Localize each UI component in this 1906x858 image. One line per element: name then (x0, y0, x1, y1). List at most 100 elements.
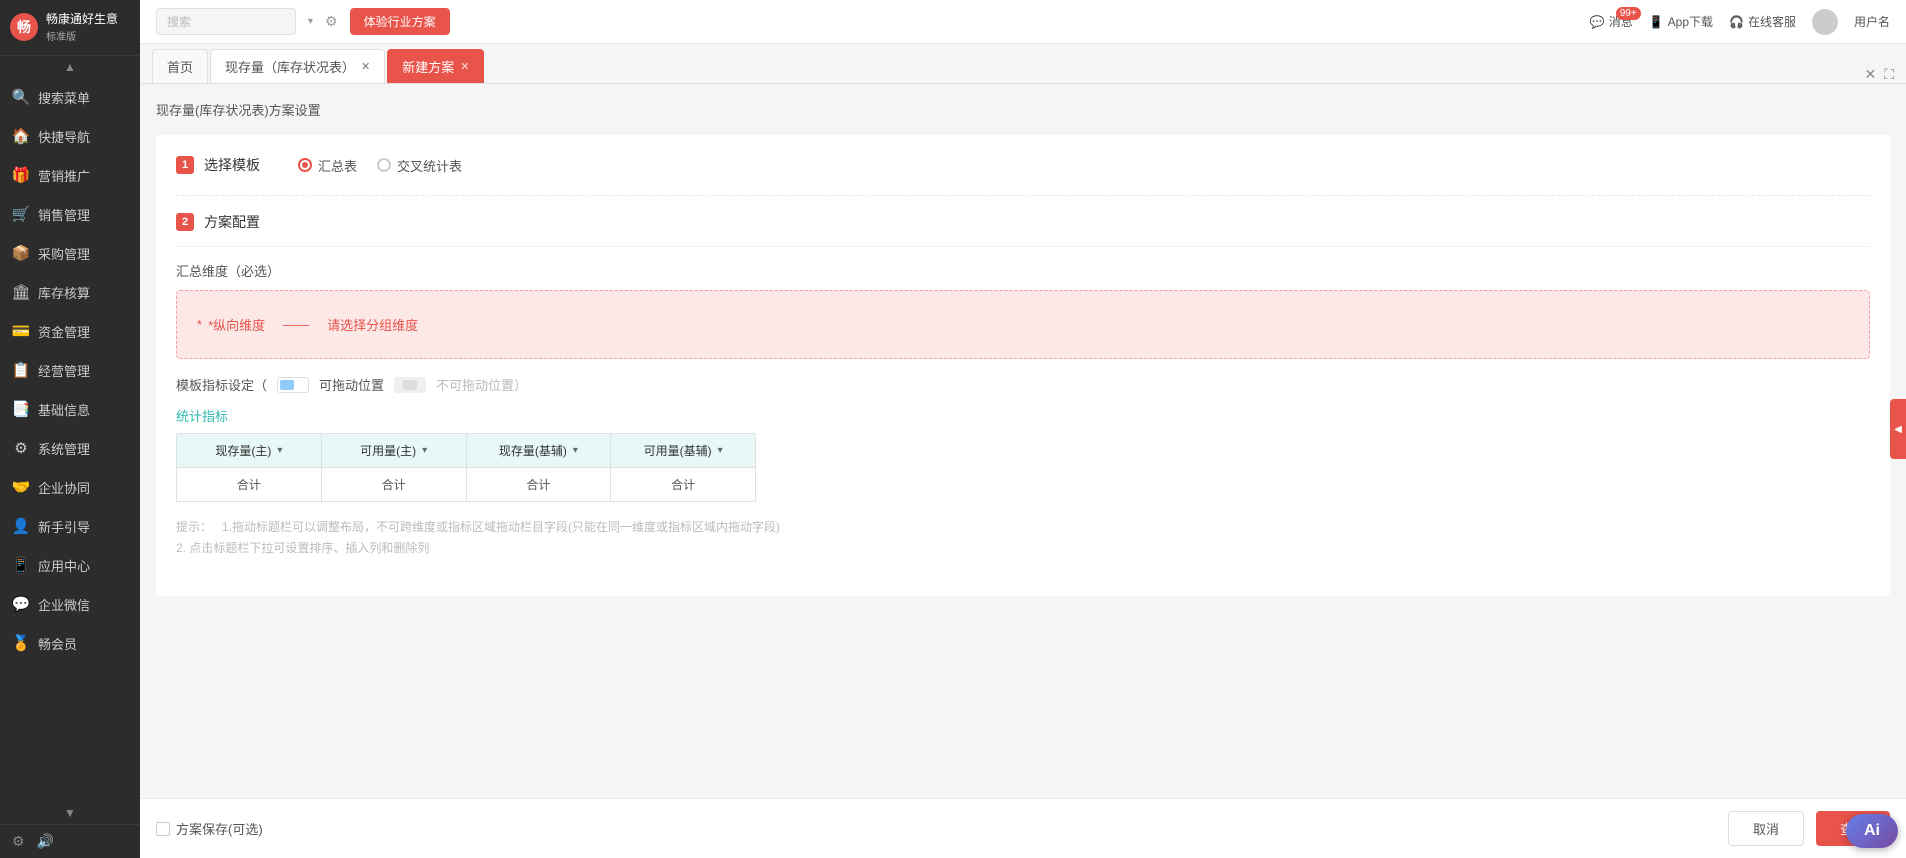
app-label: App下载 (1668, 13, 1713, 30)
sidebar-item-wechat[interactable]: 💬 企业微信 (0, 585, 140, 624)
sound-icon[interactable]: 🔊 (37, 833, 54, 850)
summary-radio[interactable] (298, 158, 312, 172)
sidebar-item-newuser[interactable]: 👤 新手引导 (0, 507, 140, 546)
enterprise-icon: 🤝 (12, 478, 30, 496)
stat-col-3[interactable]: 现存量(基辅) ▾ (467, 434, 612, 467)
sidebar-item-marketing-label: 营销推广 (38, 166, 90, 185)
sidebar-item-sales[interactable]: 🛒 销售管理 (0, 195, 140, 234)
sidebar-item-shortcut-label: 快捷导航 (38, 127, 90, 146)
dim-label: *纵向维度 (208, 315, 265, 334)
stat-cell-2: 合计 (322, 468, 467, 501)
sidebar-item-system[interactable]: ⚙ 系统管理 (0, 429, 140, 468)
not-draggable-label: 不可拖动位置） (436, 375, 527, 394)
indicators-setting: 模板指标设定（ 可拖动位置 不可拖动位置） (176, 375, 1870, 394)
sidebar-item-inventory[interactable]: 🏛 库存核算 (0, 273, 140, 312)
step1-header: 1 选择模板 汇总表 交叉统计表 (176, 155, 1870, 175)
sidebar-item-newuser-label: 新手引导 (38, 517, 90, 536)
sidebar-item-member[interactable]: 🏅 畅会员 (0, 624, 140, 663)
appstore-icon: 📱 (12, 556, 30, 574)
tab-home[interactable]: 首页 (152, 49, 208, 83)
draggable-toggle[interactable] (277, 377, 309, 393)
sidebar-item-marketing[interactable]: 🎁 营销推广 (0, 156, 140, 195)
settings-gear-icon[interactable]: ⚙ (325, 13, 338, 30)
step1-title: 选择模板 (204, 155, 260, 175)
mobile-icon: 📱 (1649, 15, 1664, 29)
stat-table-row: 合计 合计 合计 合计 (177, 468, 755, 501)
ai-button-label: Ai (1864, 822, 1880, 840)
cancel-button[interactable]: 取消 (1728, 811, 1804, 846)
message-icon: 💬 (1590, 15, 1605, 29)
sidebar-item-enterprise[interactable]: 🤝 企业协同 (0, 468, 140, 507)
dropdown-chevron-icon[interactable]: ▾ (308, 16, 313, 27)
home-icon: 🏠 (12, 127, 30, 145)
dimension-area[interactable]: * *纵向维度 —— 请选择分组维度 (176, 290, 1870, 359)
sidebar-item-search-label: 搜索菜单 (38, 88, 90, 107)
draggable-label: 可拖动位置 (319, 375, 384, 394)
expand-tab-action-btn[interactable]: ⛶ (1884, 66, 1894, 83)
sidebar-item-operations[interactable]: 📋 经营管理 (0, 351, 140, 390)
sidebar-item-shortcut[interactable]: 🏠 快捷导航 (0, 117, 140, 156)
app-version: 标准版 (46, 28, 118, 43)
search-placeholder-text: 搜索 (167, 13, 191, 30)
col1-chevron-icon[interactable]: ▾ (277, 445, 282, 456)
col3-chevron-icon[interactable]: ▾ (573, 445, 578, 456)
save-checkbox[interactable] (156, 822, 170, 836)
sidebar-item-search[interactable]: 🔍 搜索菜单 (0, 78, 140, 117)
sidebar-item-enterprise-label: 企业协同 (38, 478, 90, 497)
step1-badge: 1 (176, 156, 194, 174)
sidebar-scroll-up[interactable]: ▲ (0, 56, 140, 78)
stat-col-1[interactable]: 现存量(主) ▾ (177, 434, 322, 467)
sidebar-scroll-down[interactable]: ▼ (0, 802, 140, 824)
tip-title: 提示： (176, 520, 219, 534)
sidebar-item-finance[interactable]: 💳 资金管理 (0, 312, 140, 351)
sidebar-item-appstore[interactable]: 📱 应用中心 (0, 546, 140, 585)
username-label[interactable]: 用户名 (1854, 13, 1890, 30)
sidebar-item-member-label: 畅会员 (38, 634, 77, 653)
box-icon: 📦 (12, 244, 30, 262)
close-tab-action-btn[interactable]: ✕ (1864, 66, 1876, 83)
header-search-box[interactable]: 搜索 (156, 8, 296, 35)
cart-icon: 🛒 (12, 205, 30, 223)
logo-icon: 畅 (10, 13, 38, 41)
messages-button[interactable]: 💬 消息 99+ (1590, 13, 1633, 30)
inventory-icon: 🏛 (12, 283, 30, 301)
basic-icon: 📑 (12, 400, 30, 418)
summary-label: 汇总表 (318, 156, 357, 175)
template-cross-option[interactable]: 交叉统计表 (377, 156, 462, 175)
col1-label: 现存量(主) (215, 442, 271, 459)
right-sidebar-handle[interactable]: ◀ (1890, 399, 1906, 459)
settings-icon[interactable]: ⚙ (12, 833, 25, 850)
schema-section: 汇总维度（必选） * *纵向维度 —— 请选择分组维度 模板指标设定（ (176, 246, 1870, 556)
divider1 (176, 195, 1870, 196)
step2-title: 方案配置 (204, 212, 260, 232)
trial-button[interactable]: 体验行业方案 (350, 8, 450, 35)
cross-radio[interactable] (377, 158, 391, 172)
col4-chevron-icon[interactable]: ▾ (718, 445, 723, 456)
stat-col-2[interactable]: 可用量(主) ▾ (322, 434, 467, 467)
template-summary-option[interactable]: 汇总表 (298, 156, 357, 175)
step2-section: 2 方案配置 汇总维度（必选） * *纵向维度 —— 请选择分组维度 模板指标设… (176, 212, 1870, 556)
col2-chevron-icon[interactable]: ▾ (422, 445, 427, 456)
tab-inventory-close-icon[interactable]: ✕ (361, 60, 370, 73)
avatar (1812, 9, 1838, 35)
indicators-setting-label: 模板指标设定（ (176, 375, 267, 394)
finance-icon: 💳 (12, 322, 30, 340)
tip-2: 2. 点击标题栏下拉可设置排序、插入列和删除列 (176, 539, 1870, 556)
search-icon: 🔍 (12, 88, 30, 106)
main-area: 搜索 ▾ ⚙ 体验行业方案 💬 消息 99+ 📱 App下载 🎧 在线客服 用户… (140, 0, 1906, 858)
tab-inventory-status[interactable]: 现存量（库存状况表） ✕ (210, 49, 385, 83)
online-service-button[interactable]: 🎧 在线客服 (1729, 13, 1796, 30)
gift-icon: 🎁 (12, 166, 30, 184)
sidebar-item-purchase[interactable]: 📦 采购管理 (0, 234, 140, 273)
config-panel: 1 选择模板 汇总表 交叉统计表 (156, 135, 1890, 596)
stat-col-4[interactable]: 可用量(基辅) ▾ (611, 434, 755, 467)
tab-new-plan[interactable]: 新建方案 ✕ (387, 49, 484, 83)
sidebar-item-basic[interactable]: 📑 基础信息 (0, 390, 140, 429)
app-download-button[interactable]: 📱 App下载 (1649, 13, 1713, 30)
tab-new-plan-close-icon[interactable]: ✕ (460, 60, 469, 73)
save-option[interactable]: 方案保存(可选) (156, 819, 263, 838)
footer-area: 方案保存(可选) 取消 查询 (140, 798, 1906, 858)
top-header: 搜索 ▾ ⚙ 体验行业方案 💬 消息 99+ 📱 App下载 🎧 在线客服 用户… (140, 0, 1906, 44)
ai-button[interactable]: Ai (1846, 814, 1898, 848)
dim-placeholder: 请选择分组维度 (327, 315, 418, 334)
